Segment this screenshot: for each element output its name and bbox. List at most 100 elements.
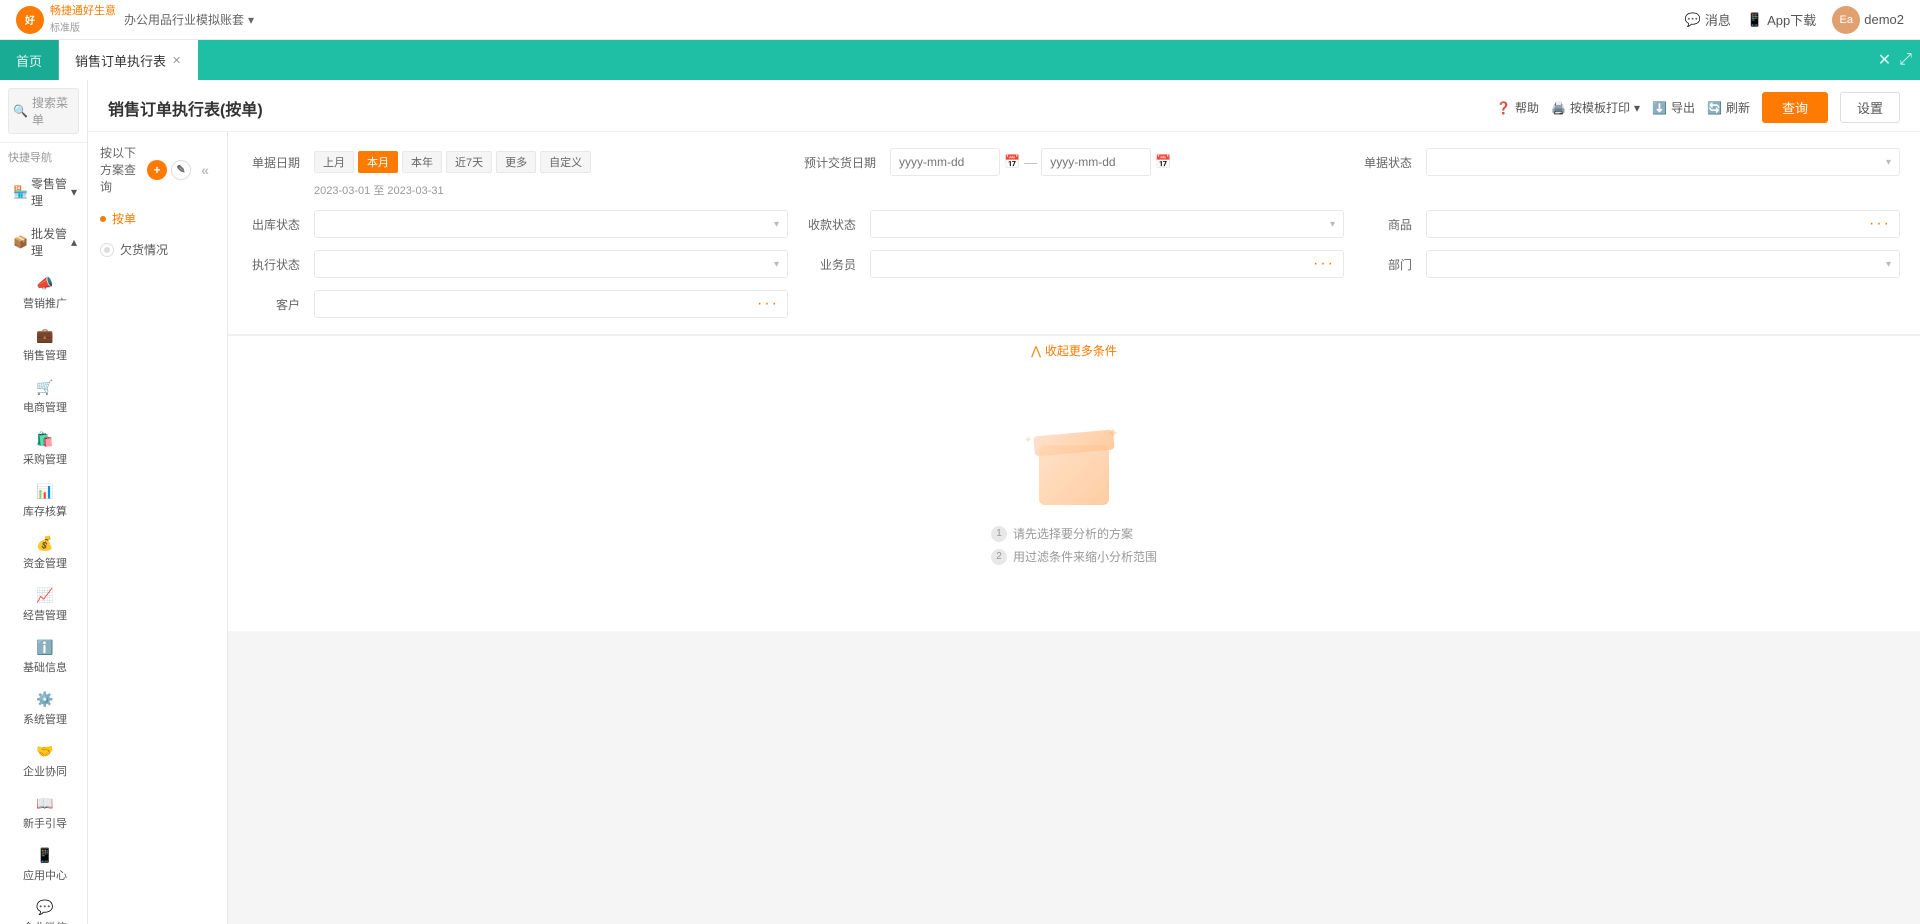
sidebar-item-marketing[interactable]: 📣 营销推广	[0, 267, 87, 319]
logo-area: 好 畅捷通好生意 标准版	[16, 5, 116, 33]
user-menu[interactable]: Ea demo2	[1832, 6, 1904, 34]
tip-num-2: 2	[991, 549, 1007, 565]
salesman-picker-icon[interactable]: ···	[1313, 255, 1335, 273]
sidebar-item-purchase[interactable]: 🛍️ 采购管理	[0, 423, 87, 475]
retail-icon: 🏪	[13, 185, 28, 199]
query-button[interactable]: 查询	[1762, 92, 1828, 123]
filter-date-subrow: 2023-03-01 至 2023-03-31	[248, 182, 1900, 198]
sidebar-item-finance[interactable]: 💰 资金管理	[0, 527, 87, 579]
breadcrumb[interactable]: 办公用品行业模拟账套 ▾	[124, 11, 254, 28]
app-download-button[interactable]: 📱 App下载	[1747, 10, 1816, 29]
dept-select[interactable]: ▾	[1426, 250, 1900, 278]
scheme-edit-button[interactable]: ✎	[171, 160, 191, 180]
filter-row-1: 单据日期 上月 本月 本年 近7天 更多 自定义	[248, 148, 1900, 176]
scheme-item-by-order[interactable]: 按单	[88, 203, 227, 234]
logo-icon: 好	[16, 6, 44, 34]
filter-cell-salesman: 业务员 ···	[804, 250, 1344, 278]
status-label: 单据状态	[1360, 154, 1420, 171]
scheme-panel: 按以下方案查询 + ✎ « 按单 欠货情况	[88, 132, 228, 924]
calendar-from-icon[interactable]: 📅	[1004, 154, 1020, 170]
tab-sales-order[interactable]: 销售订单执行表 ✕	[59, 40, 198, 80]
print-chevron-icon: ▾	[1634, 101, 1640, 115]
scheme-collapse-button[interactable]: «	[195, 160, 215, 180]
sidebar-item-wholesale[interactable]: 📦 批发管理 ▴	[0, 217, 87, 267]
top-header: 好 畅捷通好生意 标准版 办公用品行业模拟账套 ▾ 💬 消息 📱 App下载 E…	[0, 0, 1920, 40]
empty-box	[1039, 445, 1109, 505]
customer-label: 客户	[248, 296, 308, 313]
sidebar-item-sales[interactable]: 💼 销售管理	[0, 319, 87, 371]
exec-select[interactable]: ▾	[314, 250, 788, 278]
date-tab-more[interactable]: 更多	[496, 151, 536, 173]
tab-bar: 首页 销售订单执行表 ✕ ✕ ⤢	[0, 40, 1920, 80]
date-tab-custom[interactable]: 自定义	[540, 151, 591, 173]
customer-input-area: ···	[314, 290, 788, 318]
help-label: 帮助	[1515, 99, 1539, 116]
expected-date-from-input[interactable]	[890, 148, 1000, 176]
message-button[interactable]: 💬 消息	[1685, 10, 1731, 29]
date-tab-last-month[interactable]: 上月	[314, 151, 354, 173]
sidebar-item-ecommerce[interactable]: 🛒 电商管理	[0, 371, 87, 423]
sidebar-item-system[interactable]: ⚙️ 系统管理	[0, 683, 87, 735]
user-name: demo2	[1864, 12, 1904, 27]
content-inner: 按以下方案查询 + ✎ « 按单 欠货情况	[88, 132, 1920, 924]
sidebar-item-retail[interactable]: 🏪 零售管理 ▾	[0, 167, 87, 217]
tab-expand-icon[interactable]: ⤢	[1899, 51, 1912, 69]
tab-close-icon[interactable]: ✕	[172, 54, 181, 67]
guide-icon: 📖	[36, 795, 53, 812]
sales-order-tab-label: 销售订单执行表	[75, 51, 166, 70]
calendar-to-icon[interactable]: 📅	[1155, 154, 1171, 170]
date-tab-year[interactable]: 本年	[402, 151, 442, 173]
sidebar-item-collab[interactable]: 🤝 企业协同	[0, 735, 87, 787]
scheme-add-button[interactable]: +	[147, 160, 167, 180]
help-button[interactable]: ❓ 帮助	[1496, 99, 1539, 116]
sidebar-item-inventory[interactable]: 📊 库存核算	[0, 475, 87, 527]
sidebar-item-appstore[interactable]: 📱 应用中心	[0, 839, 87, 891]
refresh-icon: 🔄	[1707, 101, 1722, 115]
logo-subtitle: 标准版	[50, 19, 116, 34]
date-tab-current-month[interactable]: 本月	[358, 151, 398, 173]
export-button[interactable]: ⬇️ 导出	[1652, 99, 1695, 116]
scheme-item-debt[interactable]: 欠货情况	[88, 234, 227, 265]
sales-icon: 💼	[36, 327, 53, 344]
out-status-select[interactable]: ▾	[314, 210, 788, 238]
empty-star2-icon: ✦	[1024, 435, 1032, 446]
scheme-item-label-debt: 欠货情况	[120, 241, 168, 258]
scheme-panel-title: 按以下方案查询	[100, 144, 147, 195]
sidebar-item-label-appstore: 应用中心	[23, 867, 67, 883]
payment-select[interactable]: ▾	[870, 210, 1344, 238]
tab-close-all-icon[interactable]: ✕	[1878, 50, 1891, 70]
search-icon: 🔍	[13, 104, 28, 118]
sidebar-item-guide[interactable]: 📖 新手引导	[0, 787, 87, 839]
search-menu-button[interactable]: 🔍 搜索菜单	[8, 88, 79, 134]
home-tab-label: 首页	[16, 51, 42, 70]
avatar: Ea	[1832, 6, 1860, 34]
collapse-button[interactable]: ⋀ 收起更多条件	[228, 335, 1920, 365]
tab-bar-right: ✕ ⤢	[1878, 50, 1920, 70]
empty-icon: ✦ ✦	[1024, 425, 1124, 505]
scheme-panel-header: 按以下方案查询 + ✎ «	[88, 140, 227, 203]
filter-cell-goods: 商品 ···	[1360, 210, 1900, 238]
filter-cell-date: 单据日期 上月 本月 本年 近7天 更多 自定义	[248, 151, 788, 173]
print-button[interactable]: 🖨️ 按模板打印 ▾	[1551, 99, 1640, 116]
sidebar-item-operation[interactable]: 📈 经营管理	[0, 579, 87, 631]
search-menu-label: 搜索菜单	[32, 94, 74, 128]
sidebar-item-basic[interactable]: ℹ️ 基础信息	[0, 631, 87, 683]
collab-icon: 🤝	[36, 743, 53, 760]
expected-date-to-input[interactable]	[1041, 148, 1151, 176]
status-select[interactable]: ▾	[1426, 148, 1900, 176]
top-header-left: 好 畅捷通好生意 标准版 办公用品行业模拟账套 ▾	[16, 5, 254, 33]
app-download-label: App下载	[1767, 10, 1816, 29]
tab-home[interactable]: 首页	[0, 40, 59, 80]
date-tab-7days[interactable]: 近7天	[446, 151, 492, 173]
customer-picker-icon[interactable]: ···	[757, 295, 779, 313]
exec-chevron-icon: ▾	[774, 259, 779, 270]
setting-button[interactable]: 设置	[1840, 92, 1900, 123]
refresh-button[interactable]: 🔄 刷新	[1707, 99, 1750, 116]
help-icon: ❓	[1496, 101, 1511, 115]
dot-inner	[104, 247, 110, 253]
sidebar-item-wechat[interactable]: 💬 企业微信	[0, 891, 87, 924]
dept-chevron-icon: ▾	[1886, 259, 1891, 270]
goods-picker-icon[interactable]: ···	[1869, 215, 1891, 233]
sidebar-item-label-finance: 资金管理	[23, 555, 67, 571]
breadcrumb-text: 办公用品行业模拟账套	[124, 11, 244, 28]
